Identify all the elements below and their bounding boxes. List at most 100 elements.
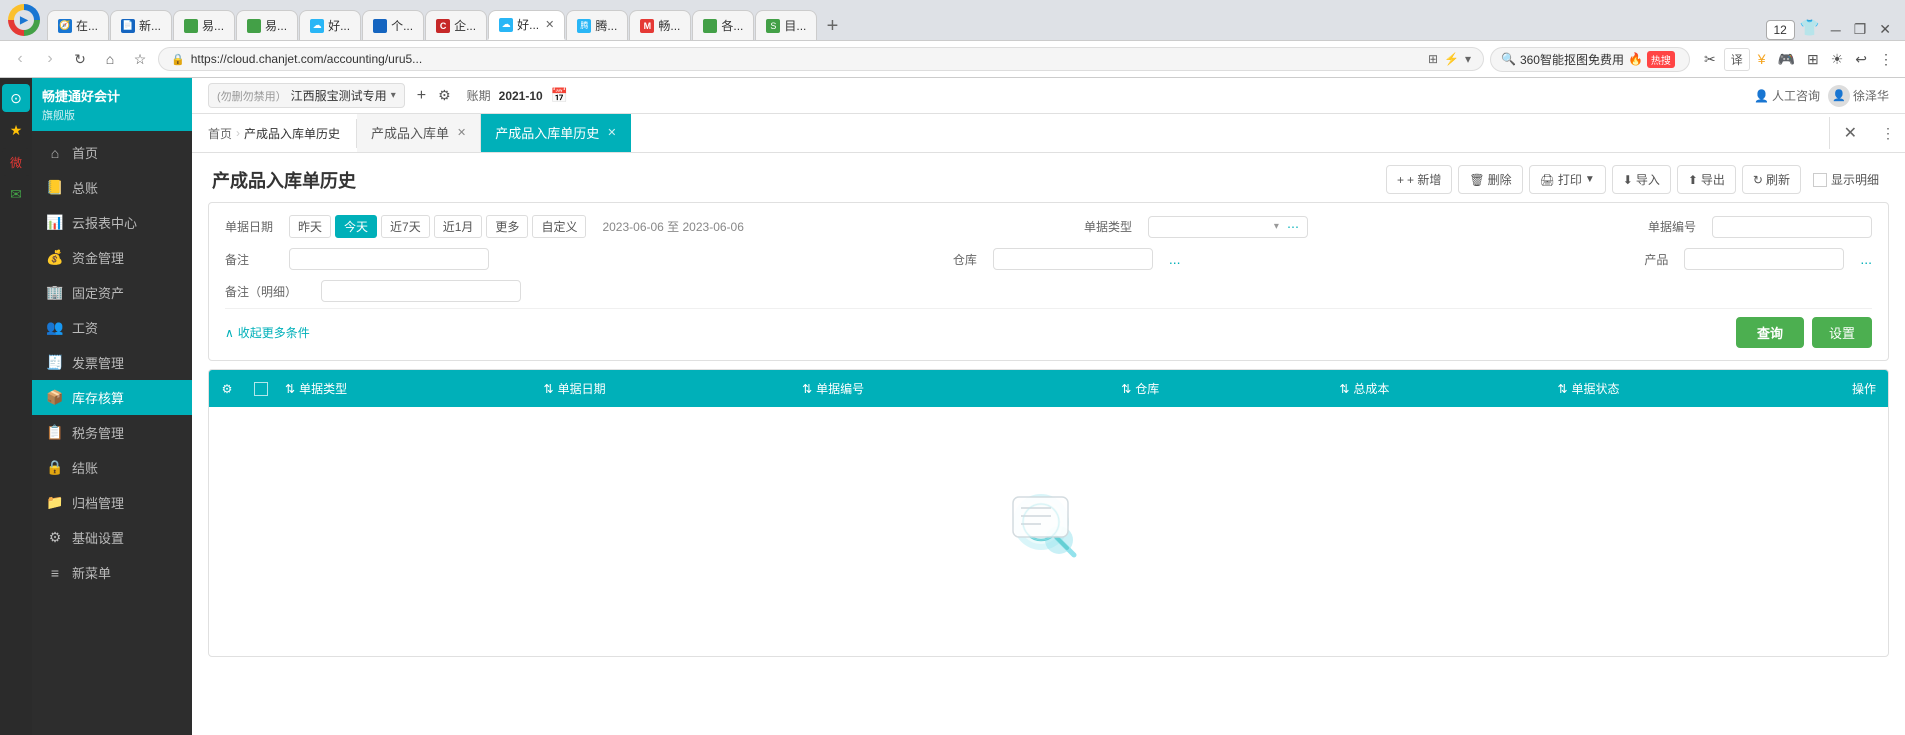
browser-tab-2[interactable]: 📄 新...: [110, 10, 172, 40]
display-checkbox[interactable]: [1813, 173, 1827, 187]
report-icon: 📊: [46, 214, 64, 231]
warehouse-dots[interactable]: ...: [1169, 251, 1181, 267]
user-avatar-area[interactable]: 👤 徐泽华: [1828, 85, 1889, 107]
product-input[interactable]: [1684, 248, 1844, 270]
scrollable-content: 产成品入库单历史 + + 新增 🗑 删除 🖨: [192, 153, 1905, 735]
undo-tool[interactable]: ↩: [1851, 49, 1871, 70]
consultant-link[interactable]: 👤 人工咨询: [1754, 87, 1820, 104]
search-bar[interactable]: 🔍 360智能抠图免费用 🔥 热搜: [1490, 47, 1690, 72]
date-btn-custom[interactable]: 自定义: [532, 215, 586, 238]
new-tab-button[interactable]: +: [818, 12, 846, 40]
nav-item-archive-mgmt[interactable]: 📁 归档管理: [32, 485, 192, 520]
ledger-icon: 📒: [46, 179, 64, 196]
tab-action-shirt[interactable]: 👕: [1796, 16, 1824, 40]
settings-btn[interactable]: ⚙: [438, 87, 451, 104]
refresh-nav-button[interactable]: ↻: [68, 47, 92, 71]
panel-more-btn[interactable]: ⋮: [1871, 119, 1905, 148]
nav-item-closing[interactable]: 🔒 结账: [32, 450, 192, 485]
query-btn[interactable]: 查询: [1736, 317, 1804, 348]
th-number[interactable]: ⇅ 单据编号: [794, 370, 1113, 407]
settings-tool[interactable]: ⋮: [1875, 49, 1897, 70]
th-checkbox[interactable]: [245, 372, 277, 406]
back-button[interactable]: ‹: [8, 47, 32, 71]
company-select[interactable]: (勿删勿禁用） 江西服宝测试专用 ▾: [208, 83, 405, 108]
panel-close-btn[interactable]: ✕: [1829, 117, 1871, 149]
nav-item-tax-mgmt[interactable]: 📋 税务管理: [32, 415, 192, 450]
remarks-detail-input[interactable]: [321, 280, 521, 302]
nav-item-payroll[interactable]: 👥 工资: [32, 310, 192, 345]
add-company-btn[interactable]: +: [413, 87, 430, 105]
dropdown-arrow[interactable]: ▾: [1465, 52, 1471, 66]
add-btn[interactable]: + + 新增: [1386, 165, 1452, 194]
setting-filter-btn[interactable]: 设置: [1812, 317, 1872, 348]
browser-tab-1[interactable]: 🧭 在...: [47, 10, 109, 40]
icon-sidebar-item-1[interactable]: ⊙: [2, 84, 30, 112]
collapse-btn[interactable]: ∧ 收起更多条件: [225, 324, 310, 341]
browser-tab-11[interactable]: 各...: [692, 10, 754, 40]
nav-item-inventory[interactable]: 📦 库存核算: [32, 380, 192, 415]
th-cost[interactable]: ⇅ 总成本: [1331, 370, 1549, 407]
tab-history-close[interactable]: ✕: [607, 126, 616, 139]
url-bar[interactable]: 🔒 https://cloud.chanjet.com/accounting/u…: [158, 47, 1484, 71]
th-warehouse[interactable]: ⇅ 仓库: [1113, 370, 1331, 407]
nav-item-basic-settings[interactable]: ⚙ 基础设置: [32, 520, 192, 555]
browser-tab-4[interactable]: 易...: [236, 10, 298, 40]
forward-button[interactable]: ›: [38, 47, 62, 71]
nav-item-report-center[interactable]: 📊 云报表中心: [32, 205, 192, 240]
th-date[interactable]: ⇅ 单据日期: [536, 370, 795, 407]
product-dots[interactable]: ...: [1860, 251, 1872, 267]
restore-button[interactable]: ❐: [1848, 19, 1873, 40]
scissor-tool[interactable]: ✂: [1700, 49, 1720, 70]
browser-tab-9[interactable]: 腾 腾...: [566, 10, 628, 40]
date-btn-today[interactable]: 今天: [335, 215, 377, 238]
nav-item-fund-mgmt[interactable]: 💰 资金管理: [32, 240, 192, 275]
date-btn-more[interactable]: 更多: [486, 215, 528, 238]
nav-item-general-ledger[interactable]: 📒 总账: [32, 170, 192, 205]
browser-tab-8[interactable]: ☁ 好... ✕: [488, 10, 565, 40]
home-nav-button[interactable]: ⌂: [98, 47, 122, 71]
display-toggle[interactable]: 显示明细: [1807, 166, 1885, 193]
import-btn[interactable]: ⬇ 导入: [1612, 165, 1671, 194]
export-btn[interactable]: ⬆ 导出: [1677, 165, 1736, 194]
th-gear[interactable]: ⚙: [209, 372, 245, 406]
voucher-type-select[interactable]: ▾ ⋯: [1148, 216, 1308, 238]
close-button[interactable]: ✕: [1873, 19, 1897, 40]
minimize-button[interactable]: ─: [1825, 20, 1847, 40]
page-tab-list[interactable]: 产成品入库单 ✕: [357, 114, 481, 152]
date-btn-7days[interactable]: 近7天: [381, 215, 430, 238]
browser-tab-6[interactable]: 个...: [362, 10, 424, 40]
print-btn[interactable]: 🖨 打印 ▼: [1529, 165, 1606, 194]
browser-tab-7[interactable]: C 企...: [425, 10, 487, 40]
browser-tab-3[interactable]: 易...: [173, 10, 235, 40]
browser-tab-10[interactable]: M 畅...: [629, 10, 691, 40]
browser-tab-5[interactable]: ☁ 好...: [299, 10, 361, 40]
delete-btn[interactable]: 🗑 删除: [1458, 165, 1522, 194]
page-tab-history[interactable]: 产成品入库单历史 ✕: [481, 114, 630, 152]
date-btn-yesterday[interactable]: 昨天: [289, 215, 331, 238]
browser-tab-12[interactable]: S 目...: [755, 10, 817, 40]
icon-sidebar-item-2[interactable]: ★: [2, 116, 30, 144]
theme-tool[interactable]: ☀: [1827, 49, 1848, 70]
th-status[interactable]: ⇅ 单据状态: [1549, 370, 1808, 407]
remarks-input[interactable]: [289, 248, 489, 270]
warehouse-input[interactable]: [993, 248, 1153, 270]
date-btn-1month[interactable]: 近1月: [434, 215, 483, 238]
nav-item-fixed-assets[interactable]: 🏢 固定资产: [32, 275, 192, 310]
tab-close-8[interactable]: ✕: [545, 18, 554, 31]
tab-list-close[interactable]: ✕: [457, 126, 466, 139]
voucher-no-input[interactable]: [1712, 216, 1872, 238]
nav-item-new-menu[interactable]: ≡ 新菜单: [32, 555, 192, 590]
icon-sidebar-item-4[interactable]: ✉: [2, 180, 30, 208]
nav-item-invoice-mgmt[interactable]: 🧾 发票管理: [32, 345, 192, 380]
breadcrumb-home[interactable]: 首页: [208, 125, 232, 142]
game-tool[interactable]: 🎮: [1774, 49, 1799, 70]
th-type[interactable]: ⇅ 单据类型: [277, 370, 536, 407]
yen-tool[interactable]: ¥: [1754, 49, 1770, 69]
nav-item-home[interactable]: ⌂ 首页: [32, 135, 192, 170]
grid-tool[interactable]: ⊞: [1803, 49, 1823, 70]
calendar-icon[interactable]: 📅: [551, 87, 568, 104]
icon-sidebar-item-3[interactable]: 微: [2, 148, 30, 176]
bookmark-button[interactable]: ☆: [128, 47, 152, 71]
translate-tool[interactable]: 译: [1724, 48, 1750, 71]
refresh-btn[interactable]: ↻ 刷新: [1742, 165, 1801, 194]
